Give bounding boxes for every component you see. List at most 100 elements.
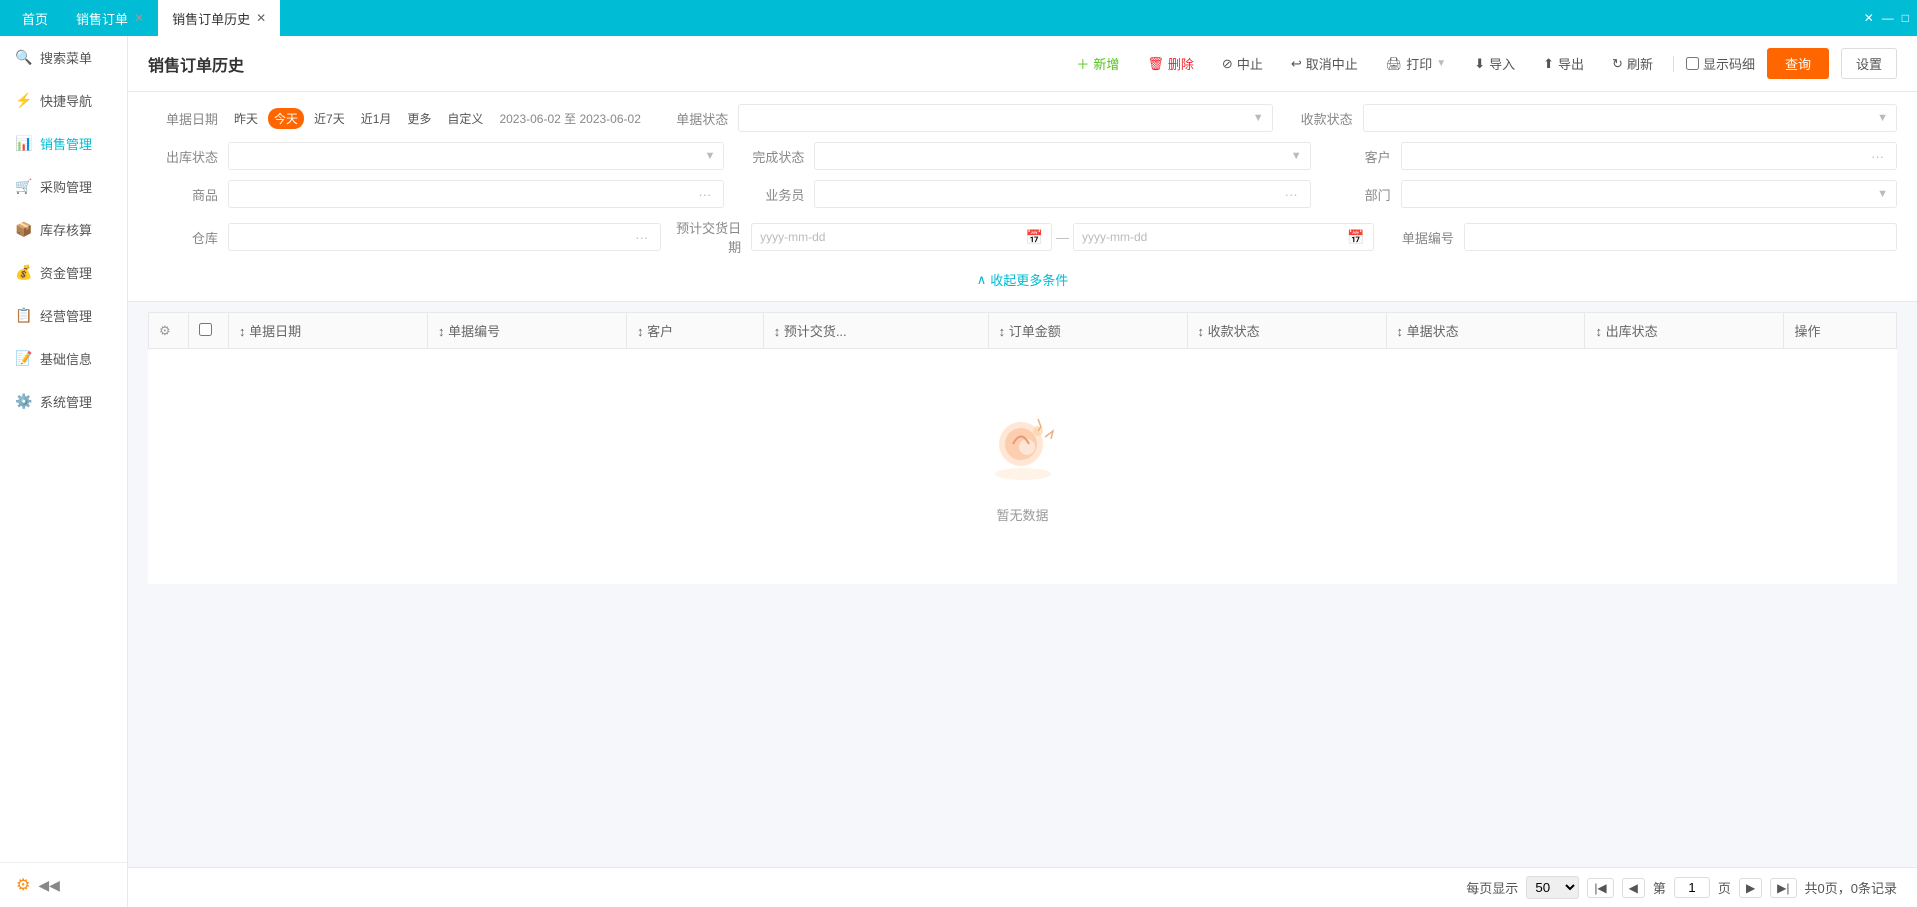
delivery-date-label: 预计交货日期 [671,218,751,256]
sidebar-item-basic-info[interactable]: 📝 基础信息 [0,337,127,380]
table-header: ⚙ ↕ 单据日期 ↕ 单据编号 [149,313,1897,349]
sidebar-collapse-btn[interactable]: ◀◀ [38,877,60,894]
th-date: ↕ 单据日期 [229,313,428,349]
window-close[interactable]: ✕ [1864,11,1874,25]
delivery-status-select[interactable]: ▼ [228,142,724,170]
sidebar-item-sales[interactable]: 📊 销售管理 [0,122,127,165]
sidebar-item-search[interactable]: 🔍 搜索菜单 [0,36,127,79]
date-btn-7days[interactable]: 近7天 [308,108,351,129]
calendar-to-icon[interactable]: 📅 [1347,229,1364,246]
delivery-date-from-input[interactable]: yyyy-mm-dd 📅 [751,223,1052,251]
salesperson-label: 业务员 [734,185,814,204]
sidebar-gear-icon[interactable]: ⚙ [16,875,30,895]
customer-ellipsis[interactable]: ··· [1867,149,1888,164]
box-icon: 📦 [16,222,32,238]
delivery-date-to-input[interactable]: yyyy-mm-dd 📅 [1073,223,1374,251]
stop-btn[interactable]: ⊘ 中止 [1214,50,1271,77]
order-status-select[interactable]: ▼ [738,104,1272,132]
filter-row-2: 出库状态 ▼ 完成状态 ▼ 客户 ··· [148,142,1897,170]
window-minimize[interactable]: — [1882,11,1894,25]
date-btn-custom[interactable]: 自定义 [441,108,489,129]
date-btn-today[interactable]: 今天 [268,108,304,129]
delivery-date-from-placeholder: yyyy-mm-dd [760,230,825,244]
product-ellipsis[interactable]: ··· [694,187,715,202]
refresh-btn[interactable]: ↻ 刷新 [1604,50,1661,77]
print-btn[interactable]: 🖨 打印 ▼ [1378,50,1454,77]
cancel-stop-btn[interactable]: ↩ 取消中止 [1283,50,1366,77]
manage-icon: 📋 [16,308,32,324]
display-columns-input[interactable] [1686,57,1699,70]
date-range-text: 2023-06-02 至 2023-06-02 [499,110,640,127]
customer-label: 客户 [1321,147,1401,166]
filter-row-3: 商品 ··· 业务员 ··· 部门 ▼ [148,180,1897,208]
collapse-row[interactable]: ∧ 收起更多条件 [148,266,1897,289]
window-controls: ✕ — □ [1864,11,1909,25]
th-action: 操作 [1784,313,1897,349]
tab-home[interactable]: 首页 [8,0,62,36]
department-select[interactable]: ▼ [1401,180,1897,208]
total-text: 共0页，0条记录 [1805,878,1897,897]
close-tab-sales-order-history[interactable]: ✕ [256,11,266,25]
sidebar-item-finance[interactable]: 💰 资金管理 [0,251,127,294]
tab-sales-order[interactable]: 销售订单 ✕ [62,0,158,36]
customer-input[interactable]: ··· [1401,142,1897,170]
order-no-input[interactable] [1464,223,1897,251]
salesperson-ellipsis[interactable]: ··· [1281,187,1302,202]
next-page-btn[interactable]: ▶ [1739,878,1762,898]
delete-btn[interactable]: 🗑 删除 [1139,50,1202,77]
print-dropdown-icon[interactable]: ▼ [1436,58,1446,69]
th-order-no: ↕ 单据编号 [427,313,626,349]
product-input[interactable]: ··· [228,180,724,208]
select-all-checkbox[interactable] [199,323,212,336]
date-btn-1month[interactable]: 近1月 [355,108,398,129]
th-checkbox [189,313,229,349]
order-status-label: 单据状态 [658,109,738,128]
salesperson-input[interactable]: ··· [814,180,1310,208]
th-delivery-date: ↕ 预计交货... [763,313,988,349]
page-number-input[interactable] [1674,877,1710,898]
export-btn[interactable]: ⬆ 导出 [1535,50,1592,77]
page-size-select[interactable]: 50 10 20 100 [1526,876,1579,899]
info-icon: 📝 [16,351,32,367]
query-button[interactable]: 查询 [1767,48,1829,79]
prev-page-btn[interactable]: ◀ [1622,878,1645,898]
payment-status-label: 收款状态 [1283,109,1363,128]
calendar-from-icon[interactable]: 📅 [1026,229,1043,246]
last-page-btn[interactable]: ▶| [1770,878,1796,898]
tab-sales-order-history[interactable]: 销售订单历史 ✕ [158,0,280,36]
filter-area: 单据日期 昨天 今天 近7天 近1月 更多 自定义 2023-06-02 至 2… [128,92,1917,302]
toolbar: ＋ 新增 🗑 删除 ⊘ 中止 ↩ 取消中止 🖨 打印 [1068,48,1897,79]
first-page-btn[interactable]: |◀ [1587,878,1613,898]
empty-row: 暂无数据 [149,349,1897,585]
settings-button[interactable]: 设置 [1841,48,1897,79]
top-bar: 首页 销售订单 ✕ 销售订单历史 ✕ ✕ — □ [0,0,1917,36]
sidebar-bottom: ⚙ ◀◀ [0,862,127,907]
warehouse-label: 仓库 [148,228,228,247]
table-settings-icon[interactable]: ⚙ [159,323,171,338]
sidebar-item-purchase[interactable]: 🛒 采购管理 [0,165,127,208]
page-header: 销售订单历史 ＋ 新增 🗑 删除 ⊘ 中止 ↩ 取消中止 [128,36,1917,92]
empty-icon [983,409,1063,489]
import-btn[interactable]: ⬇ 导入 [1466,50,1523,77]
sidebar-item-operations[interactable]: 📋 经营管理 [0,294,127,337]
sidebar-item-quick-nav[interactable]: ⚡ 快捷导航 [0,79,127,122]
warehouse-ellipsis[interactable]: ··· [631,230,652,245]
cancel-icon: ↩ [1291,56,1302,72]
window-maximize[interactable]: □ [1902,11,1909,25]
product-label: 商品 [148,185,228,204]
date-btn-more[interactable]: 更多 [401,108,437,129]
stop-icon: ⊘ [1222,56,1233,72]
th-settings: ⚙ [149,313,189,349]
date-btn-yesterday[interactable]: 昨天 [228,108,264,129]
new-btn[interactable]: ＋ 新增 [1068,50,1127,77]
th-order-status: ↕ 单据状态 [1386,313,1585,349]
display-columns-checkbox[interactable]: 显示码细 [1686,54,1755,73]
sidebar-item-inventory[interactable]: 📦 库存核算 [0,208,127,251]
warehouse-input[interactable]: ··· [228,223,661,251]
completion-status-select[interactable]: ▼ [814,142,1310,170]
close-tab-sales-order[interactable]: ✕ [134,11,144,25]
shopping-icon: 🛒 [16,179,32,195]
payment-status-select[interactable]: ▼ [1363,104,1897,132]
sidebar-item-system[interactable]: ⚙️ 系统管理 [0,380,127,423]
th-payment-status: ↕ 收款状态 [1187,313,1386,349]
